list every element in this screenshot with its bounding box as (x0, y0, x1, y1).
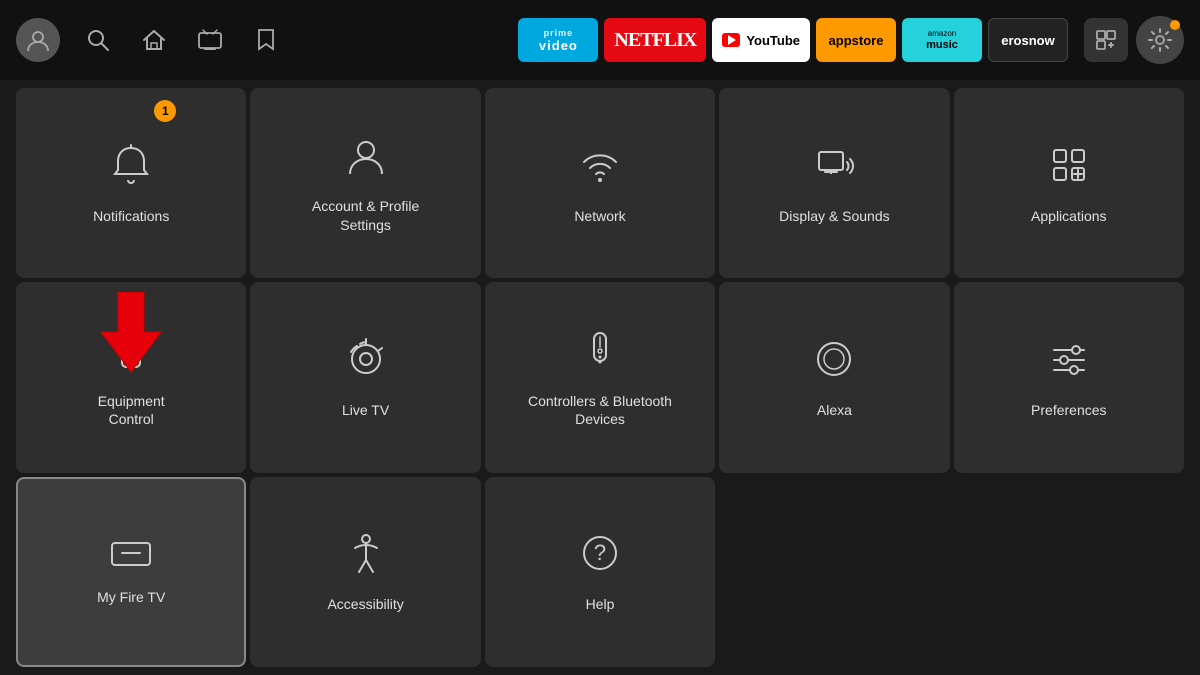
tile-equipment-control[interactable]: EquipmentControl (16, 282, 246, 472)
profile-icon[interactable] (16, 18, 60, 62)
tile-label-help: Help (586, 595, 615, 613)
controllers-icon (577, 327, 623, 380)
accessibility-icon (343, 530, 389, 583)
equipment-control-icon (108, 327, 154, 380)
tile-label-equipment-control: EquipmentControl (98, 392, 165, 428)
tile-label-live-tv: Live TV (342, 401, 389, 419)
my-fire-tv-icon (108, 538, 154, 576)
alexa-icon (811, 336, 857, 389)
help-icon: ? (577, 530, 623, 583)
nav-apps: prime video NETFLIX YouTube appstore ama… (518, 18, 1068, 62)
preferences-icon (1046, 336, 1092, 389)
tile-display-sounds[interactable]: Display & Sounds (719, 88, 949, 278)
erosnow-app[interactable]: erosnow (988, 18, 1068, 62)
youtube-app[interactable]: YouTube (712, 18, 810, 62)
svg-text:?: ? (594, 540, 606, 565)
tile-network[interactable]: Network (485, 88, 715, 278)
tile-preferences[interactable]: Preferences (954, 282, 1184, 472)
live-tv-icon (343, 336, 389, 389)
empty-cell-1 (719, 477, 949, 667)
prime-video-app[interactable]: prime video (518, 18, 598, 62)
tile-label-preferences: Preferences (1031, 401, 1106, 419)
home-icon[interactable] (136, 22, 172, 58)
notification-badge: 1 (154, 100, 176, 122)
tile-label-applications: Applications (1031, 207, 1107, 225)
bookmark-icon[interactable] (248, 22, 284, 58)
tile-label-display-sounds: Display & Sounds (779, 207, 890, 225)
netflix-app[interactable]: NETFLIX (604, 18, 706, 62)
grid-button[interactable] (1084, 18, 1128, 62)
settings-grid: 1 Notifications Account & ProfileSetting… (0, 80, 1200, 675)
tile-live-tv[interactable]: Live TV (250, 282, 480, 472)
tile-label-network: Network (574, 207, 625, 225)
applications-icon (1046, 142, 1092, 195)
nav-right-controls (1084, 16, 1184, 64)
tile-label-notifications: Notifications (93, 207, 169, 225)
settings-button[interactable] (1136, 16, 1184, 64)
tile-label-account: Account & ProfileSettings (312, 197, 419, 233)
tile-account-profile[interactable]: Account & ProfileSettings (250, 88, 480, 278)
amazon-music-app[interactable]: amazon music (902, 18, 982, 62)
tile-help[interactable]: ? Help (485, 477, 715, 667)
wifi-icon (577, 142, 623, 195)
search-icon[interactable] (80, 22, 116, 58)
tile-controllers-bluetooth[interactable]: Controllers & BluetoothDevices (485, 282, 715, 472)
youtube-play-icon (722, 33, 740, 47)
tile-label-my-fire-tv: My Fire TV (97, 588, 165, 606)
tile-notifications[interactable]: 1 Notifications (16, 88, 246, 278)
nav-left-icons (16, 18, 284, 62)
tile-label-accessibility: Accessibility (327, 595, 403, 613)
notification-icon (108, 142, 154, 195)
tile-applications[interactable]: Applications (954, 88, 1184, 278)
tile-alexa[interactable]: Alexa (719, 282, 949, 472)
tv-icon[interactable] (192, 22, 228, 58)
account-icon (343, 132, 389, 185)
tile-my-fire-tv[interactable]: My Fire TV (16, 477, 246, 667)
tile-label-alexa: Alexa (817, 401, 852, 419)
tile-accessibility[interactable]: Accessibility (250, 477, 480, 667)
display-sounds-icon (811, 142, 857, 195)
tile-label-controllers: Controllers & BluetoothDevices (528, 392, 672, 428)
top-nav: prime video NETFLIX YouTube appstore ama… (0, 0, 1200, 80)
empty-cell-2 (954, 477, 1184, 667)
appstore-app[interactable]: appstore (816, 18, 896, 62)
